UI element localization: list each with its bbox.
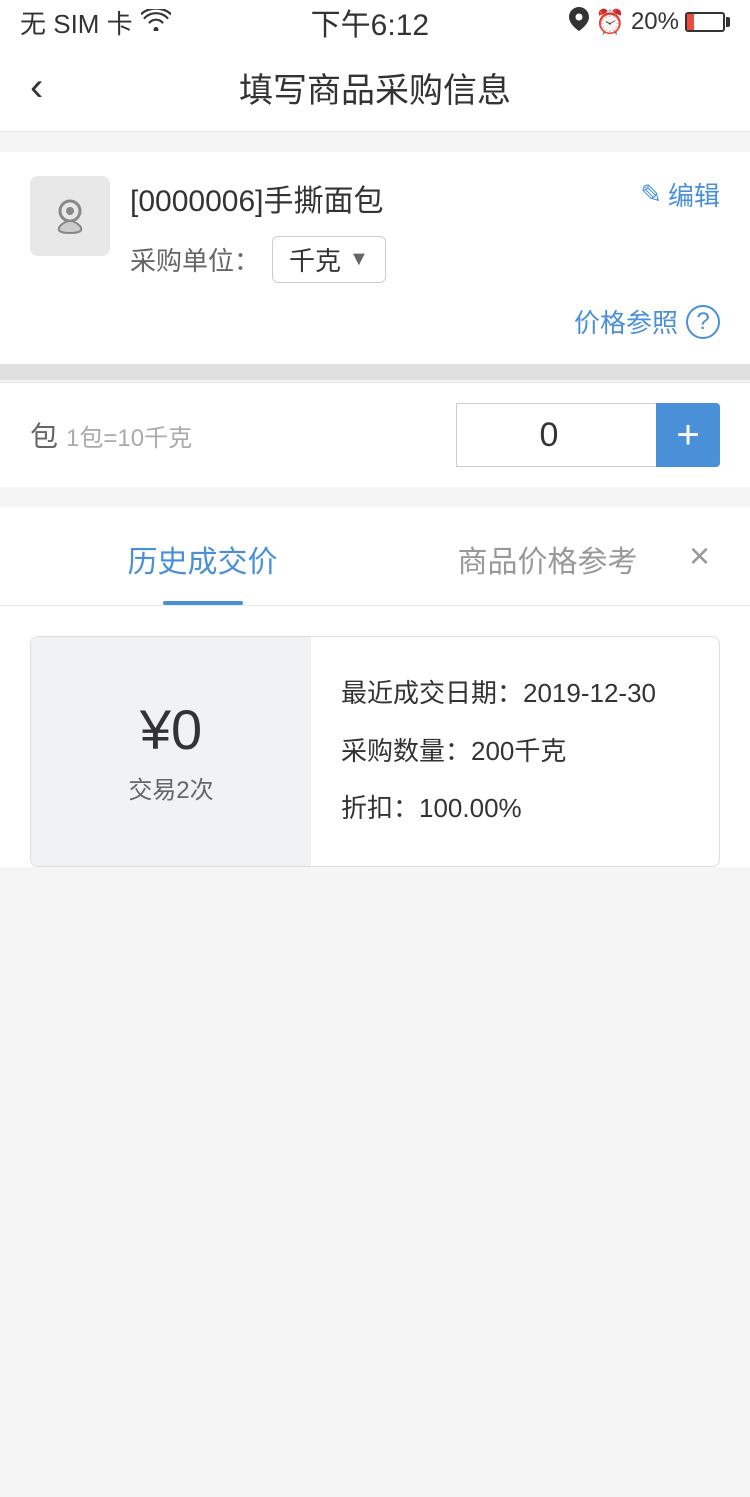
pkg-icon: 包: [30, 415, 58, 455]
tab-price-reference-label: 商品价格参考: [458, 546, 638, 579]
tab-history-price-label: 历史成交价: [128, 546, 278, 579]
product-card: [0000006]手撕面包 采购单位： 千克 ▼ ✎ 编辑 价格参照 ?: [0, 152, 750, 364]
recent-date-value: 2019-12-30: [523, 678, 656, 708]
discount-label: 折扣：: [341, 793, 419, 823]
unit-select[interactable]: 千克 ▼: [272, 236, 386, 283]
status-right: ⏰ 20%: [569, 7, 730, 38]
product-thumbnail: [30, 176, 110, 256]
currency-symbol: ¥: [140, 698, 171, 761]
edit-button[interactable]: ✎ 编辑: [640, 176, 720, 213]
product-name-section: [0000006]手撕面包 采购单位： 千克 ▼: [130, 176, 386, 283]
page-title: 填写商品采购信息: [239, 63, 511, 112]
battery-icon: [685, 12, 730, 32]
tabs-header: 历史成交价 商品价格参考 ×: [0, 507, 750, 606]
back-button[interactable]: ‹: [30, 65, 63, 110]
purchase-qty-value: 200千克: [471, 736, 566, 766]
price-card: ¥0 交易2次 最近成交日期：2019-12-30 采购数量：200千克 折扣：…: [30, 636, 720, 867]
purchase-qty-row: 采购数量：200千克: [341, 731, 689, 773]
recent-date-row: 最近成交日期：2019-12-30: [341, 673, 689, 715]
purchase-qty-label: 采购数量：: [341, 736, 471, 766]
status-left: 无 SIM 卡: [20, 4, 171, 41]
product-unit-row: 采购单位： 千克 ▼: [130, 236, 386, 283]
carrier-text: 无 SIM 卡: [20, 4, 133, 41]
tab-close-button[interactable]: ×: [679, 525, 720, 587]
edit-label: 编辑: [668, 176, 720, 213]
main-content: [0, 897, 750, 1497]
discount-value: 100.00%: [419, 793, 522, 823]
price-ref-label: 价格参照: [574, 303, 678, 340]
product-bottom-row: 价格参照 ?: [30, 303, 720, 340]
discount-row: 折扣：100.00%: [341, 788, 689, 830]
price-value: 0: [171, 698, 202, 761]
quantity-input[interactable]: 0: [456, 403, 656, 467]
tabs-panel: 历史成交价 商品价格参考 × ¥0 交易2次 最近成交日期：2019-12-30…: [0, 507, 750, 867]
battery-percentage: 20%: [631, 8, 679, 36]
alarm-icon: ⏰: [595, 8, 625, 37]
nav-bar: ‹ 填写商品采购信息: [0, 44, 750, 132]
price-card-left: ¥0 交易2次: [31, 637, 311, 866]
quantity-row: 包 1包=10千克 0 +: [0, 382, 750, 487]
product-name: [0000006]手撕面包: [130, 176, 386, 220]
price-ref-help-icon: ?: [686, 305, 720, 339]
product-info: [0000006]手撕面包 采购单位： 千克 ▼: [30, 176, 386, 283]
tab-price-reference[interactable]: 商品价格参考: [375, 507, 720, 605]
recent-date-label: 最近成交日期：: [341, 678, 523, 708]
price-card-right: 最近成交日期：2019-12-30 采购数量：200千克 折扣：100.00%: [311, 637, 719, 866]
edit-icon: ✎: [640, 179, 662, 210]
tab-history-price[interactable]: 历史成交价: [30, 507, 375, 605]
pkg-equiv: 1包=10千克: [66, 418, 192, 453]
section-divider: [0, 364, 750, 380]
unit-value: 千克: [289, 241, 341, 278]
location-icon: [569, 7, 589, 38]
price-ref-button[interactable]: 价格参照 ?: [574, 303, 720, 340]
quantity-control: 0 +: [456, 403, 720, 467]
status-time: 下午6:12: [311, 0, 429, 44]
price-amount: ¥0: [140, 697, 202, 762]
product-header: [0000006]手撕面包 采购单位： 千克 ▼ ✎ 编辑: [30, 176, 720, 283]
quantity-plus-button[interactable]: +: [656, 403, 720, 467]
price-transactions: 交易2次: [128, 770, 213, 805]
pkg-label: 包 1包=10千克: [30, 415, 192, 455]
unit-dropdown-arrow: ▼: [349, 248, 369, 271]
wifi-icon: [141, 7, 171, 38]
unit-label: 采购单位：: [130, 241, 260, 278]
status-bar: 无 SIM 卡 下午6:12 ⏰ 20%: [0, 0, 750, 44]
